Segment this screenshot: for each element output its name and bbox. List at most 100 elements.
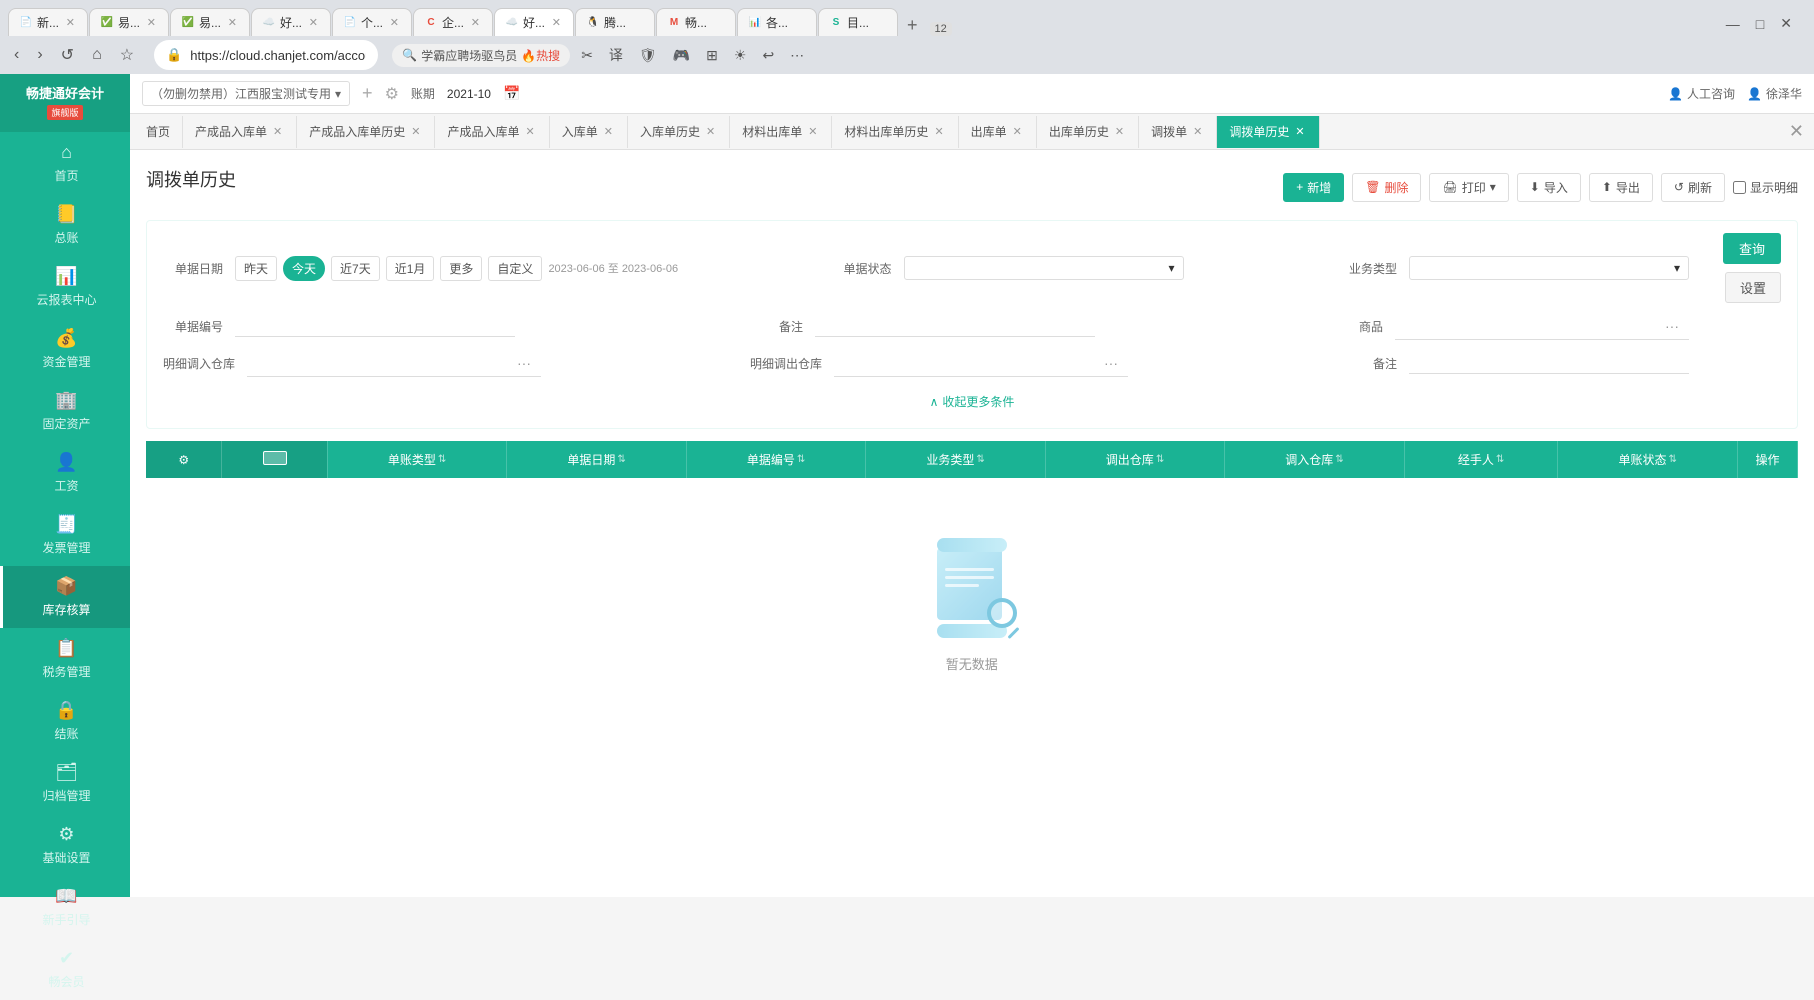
page-tab-1[interactable]: 产成品入库单 ✕ [183, 116, 297, 148]
scissors-icon[interactable]: ✂ [576, 44, 598, 67]
page-tab-7[interactable]: 材料出库单历史 ✕ [832, 116, 958, 148]
browser-tab-3[interactable]: ✅ 易... ✕ [170, 8, 250, 36]
sidebar-item-member[interactable]: ✔ 畅会员 [0, 938, 130, 1000]
page-tab-close-7[interactable]: ✕ [932, 123, 945, 140]
delete-button[interactable]: 🗑 删除 [1352, 173, 1421, 202]
sidebar-item-settings[interactable]: ⚙ 基础设置 [0, 814, 130, 876]
new-tab-button[interactable]: + [899, 15, 926, 36]
sidebar-item-asset[interactable]: 🏢 固定资产 [0, 380, 130, 442]
in-warehouse-column-header[interactable]: 调入仓库 ⇅ [1225, 441, 1404, 478]
browser-tab-11[interactable]: S 目... [818, 8, 898, 36]
export-button[interactable]: ⬆ 导出 [1589, 173, 1653, 202]
page-tab-close-6[interactable]: ✕ [806, 123, 819, 140]
out-warehouse-column-header[interactable]: 调出仓库 ⇅ [1045, 441, 1224, 478]
date-btn-more[interactable]: 更多 [440, 256, 482, 281]
maximize-button[interactable]: □ [1750, 12, 1770, 36]
date-btn-1month[interactable]: 近1月 [386, 256, 435, 281]
query-button[interactable]: 查询 [1723, 233, 1781, 264]
shield-icon[interactable]: 🛡 [634, 44, 662, 67]
page-tab-home[interactable]: 首页 [134, 116, 183, 148]
favorites-button[interactable]: ☆ [114, 41, 140, 69]
grid-icon[interactable]: ⊞ [701, 44, 723, 67]
sidebar-item-invoice[interactable]: 🧾 发票管理 [0, 504, 130, 566]
browser-tab-10[interactable]: 📊 各... [737, 8, 817, 36]
sidebar-item-guide[interactable]: 📖 新手引导 [0, 876, 130, 938]
page-tab-close-2[interactable]: ✕ [409, 123, 422, 140]
goods-ellipsis-button[interactable]: ··· [1661, 318, 1683, 334]
tab-close-7[interactable]: ✕ [550, 14, 563, 31]
back-button[interactable]: ‹ [8, 42, 25, 68]
goods-input[interactable] [1401, 316, 1661, 336]
detail-out-input[interactable] [840, 353, 1100, 373]
undo-icon[interactable]: ↩ [757, 44, 779, 67]
sidebar-item-inventory[interactable]: 📦 库存核算 [0, 566, 130, 628]
browser-tab-5[interactable]: 📄 个... ✕ [332, 8, 412, 36]
tab-close-1[interactable]: ✕ [64, 14, 77, 31]
calendar-icon[interactable]: 📅 [503, 85, 520, 102]
print-button[interactable]: 🖨 打印 ▾ [1429, 173, 1508, 202]
set-button[interactable]: 设置 [1725, 272, 1781, 303]
tab-close-2[interactable]: ✕ [145, 14, 158, 31]
date-btn-today[interactable]: 今天 [283, 256, 325, 281]
refresh-button[interactable]: ↺ [55, 41, 80, 69]
date-btn-custom[interactable]: 自定义 [488, 256, 542, 281]
refresh-button[interactable]: ↺ 刷新 [1661, 173, 1725, 202]
search-bar[interactable]: 🔍 学霸应聘场驱鸟员 🔥热搜 [392, 44, 570, 67]
tabs-close-all-button[interactable]: ✕ [1789, 121, 1804, 142]
user-button[interactable]: 👤 徐泽华 [1747, 85, 1802, 102]
browser-tab-7[interactable]: ☁️ 好... ✕ [494, 8, 574, 36]
date-btn-yesterday[interactable]: 昨天 [235, 256, 277, 281]
forward-button[interactable]: › [31, 42, 48, 68]
sidebar-item-report[interactable]: 📊 云报表中心 [0, 256, 130, 318]
browser-tab-1[interactable]: 📄 新... ✕ [8, 8, 88, 36]
page-tab-4[interactable]: 入库单 ✕ [550, 116, 628, 148]
close-window-button[interactable]: ✕ [1774, 11, 1798, 36]
detail-in-ellipsis-button[interactable]: ··· [513, 355, 535, 371]
new-button[interactable]: + 新增 [1283, 173, 1344, 202]
detail-out-ellipsis-button[interactable]: ··· [1100, 355, 1122, 371]
sidebar-item-closing[interactable]: 🔒 结账 [0, 690, 130, 752]
check-column-header[interactable] [222, 441, 327, 478]
biz-type-select[interactable]: ▾ [1409, 256, 1689, 280]
theme-icon[interactable]: ☀ [729, 44, 752, 67]
menu-icon[interactable]: ⋯ [785, 44, 809, 67]
detail-in-input[interactable] [253, 353, 513, 373]
page-tab-2[interactable]: 产成品入库单历史 ✕ [297, 116, 435, 148]
url-input[interactable] [190, 48, 366, 63]
add-company-button[interactable]: + [362, 83, 373, 104]
sidebar-item-archive[interactable]: 🗂 归档管理 [0, 752, 130, 814]
sidebar-item-ledger[interactable]: 📒 总账 [0, 194, 130, 256]
company-selector[interactable]: （勿删勿禁用）江西服宝测试专用 ▾ [142, 81, 350, 106]
display-detail-checkbox[interactable] [1733, 181, 1746, 194]
collapse-button[interactable]: ∧ 收起更多条件 [163, 387, 1781, 416]
home-button[interactable]: ⌂ [86, 42, 108, 68]
company-settings-button[interactable]: ⚙ [385, 84, 399, 104]
service-button[interactable]: 👤 人工咨询 [1668, 85, 1735, 102]
gear-column-header[interactable]: ⚙ [146, 441, 222, 478]
browser-tab-9[interactable]: M 畅... [656, 8, 736, 36]
minimize-button[interactable]: — [1720, 12, 1746, 36]
browser-tab-2[interactable]: ✅ 易... ✕ [89, 8, 169, 36]
browser-tab-6[interactable]: C 企... ✕ [413, 8, 493, 36]
doc-status-column-header[interactable]: 单账状态 ⇅ [1558, 441, 1738, 478]
page-tab-close-4[interactable]: ✕ [602, 123, 615, 140]
page-tab-close-11[interactable]: ✕ [1293, 123, 1306, 140]
translate-icon[interactable]: 译 [604, 42, 628, 68]
page-tab-close-8[interactable]: ✕ [1011, 123, 1024, 140]
note-input[interactable] [1409, 353, 1689, 374]
sidebar-item-wage[interactable]: 👤 工资 [0, 442, 130, 504]
sidebar-item-fund[interactable]: 💰 资金管理 [0, 318, 130, 380]
browser-tab-4[interactable]: ☁️ 好... ✕ [251, 8, 331, 36]
page-tab-close-3[interactable]: ✕ [524, 123, 537, 140]
import-button[interactable]: ⬇ 导入 [1517, 173, 1581, 202]
sidebar-item-home[interactable]: ⌂ 首页 [0, 132, 130, 194]
page-tab-8[interactable]: 出库单 ✕ [959, 116, 1037, 148]
browser-tab-8[interactable]: 🐧 腾... [575, 8, 655, 36]
doc-type-column-header[interactable]: 单账类型 ⇅ [327, 441, 506, 478]
handler-column-header[interactable]: 经手人 ⇅ [1404, 441, 1558, 478]
game-icon[interactable]: 🎮 [668, 44, 695, 67]
remark-input[interactable] [815, 316, 1095, 337]
doc-no-column-header[interactable]: 单据编号 ⇅ [686, 441, 865, 478]
page-tab-close-10[interactable]: ✕ [1191, 123, 1204, 140]
doc-status-select[interactable]: ▾ [904, 256, 1184, 280]
